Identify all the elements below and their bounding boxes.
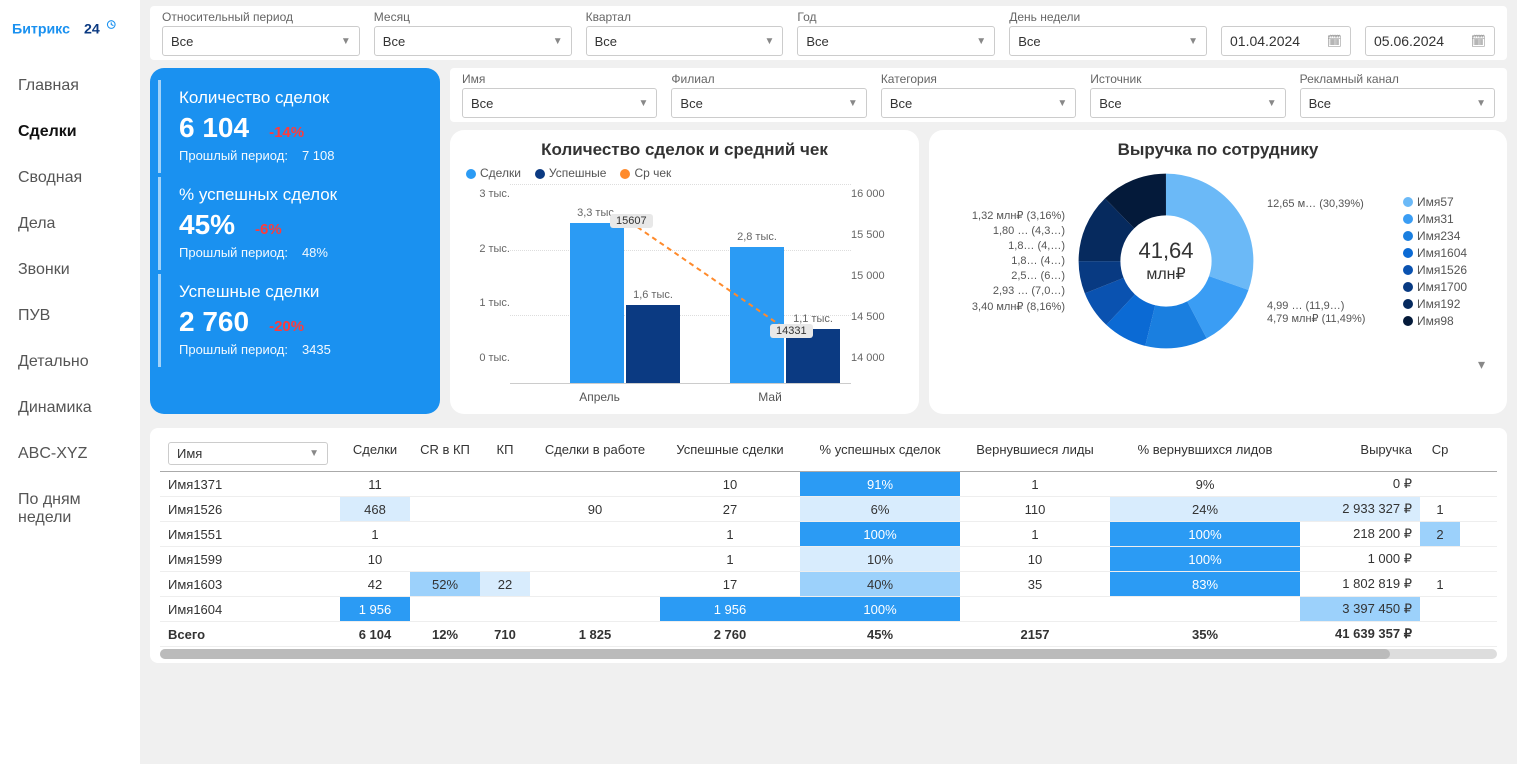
sidebar: Битрикс 24 ГлавнаяСделкиСводнаяДелаЗвонки… <box>0 0 140 764</box>
chart-title: Выручка по сотруднику <box>945 140 1491 160</box>
horizontal-scrollbar[interactable] <box>160 649 1497 659</box>
nav-item[interactable]: ABC-XYZ <box>0 431 140 477</box>
table-row[interactable]: Имя1371 11 10 91% 1 9% 0 ₽ <box>160 472 1497 497</box>
table-body: Имя1371 11 10 91% 1 9% 0 ₽ Имя1526 468 9… <box>160 472 1497 647</box>
filter-label: Источник <box>1090 72 1285 86</box>
y-axis-right: 16 00015 50015 00014 50014 000 <box>851 184 903 384</box>
nav-item[interactable]: Сделки <box>0 109 140 155</box>
sub-filter-bar: Имя Все▼ Филиал Все▼ Категория Все▼ Источник Вс… <box>450 68 1507 122</box>
logo: Битрикс 24 <box>0 10 140 63</box>
nav-item[interactable]: Динамика <box>0 385 140 431</box>
kpi-block: Количество сделок6 104-14%Прошлый период… <box>158 80 440 173</box>
chart-title: Количество сделок и средний чек <box>466 140 903 160</box>
filter-select[interactable]: Все▼ <box>881 88 1076 118</box>
nav-item[interactable]: Главная <box>0 63 140 109</box>
filter-select[interactable]: Все▼ <box>374 26 572 56</box>
filter-select[interactable]: Все▼ <box>1009 26 1207 56</box>
filter-label: Квартал <box>586 10 784 24</box>
chevron-down-icon: ▼ <box>309 448 319 459</box>
filter-select[interactable]: Все▼ <box>797 26 995 56</box>
filter-select[interactable]: Все▼ <box>586 26 784 56</box>
nav-item[interactable]: По дням недели <box>0 477 140 541</box>
filter-select[interactable]: Все▼ <box>1090 88 1285 118</box>
donut-center: 41,64 млн₽ <box>1138 238 1193 284</box>
donut-labels-left: 1,32 млн₽ (3,16%)1,80 … (4,3…)1,8… (4,…)… <box>945 206 1065 316</box>
chevron-down-icon: ▼ <box>764 36 774 47</box>
legend-item[interactable]: Имя234 <box>1403 229 1491 243</box>
filter-label: Категория <box>881 72 1076 86</box>
date-to-input[interactable]: 05.06.2024🗓 <box>1365 26 1495 56</box>
nav-item[interactable]: Сводная <box>0 155 140 201</box>
chart-plot[interactable]: 3,3 тыс. 1,6 тыс. 2,8 тыс. 1,1 тыс. <box>510 184 851 384</box>
table-totals: Всего6 10412%7101 8252 76045%215735%41 6… <box>160 622 1497 647</box>
filter-label: Рекламный канал <box>1300 72 1495 86</box>
chevron-down-icon: ▼ <box>639 98 649 109</box>
name-filter-select[interactable]: Имя▼ <box>168 442 328 465</box>
kpi-block: Успешные сделки2 760-20%Прошлый период:3… <box>158 274 440 367</box>
svg-text:24: 24 <box>84 21 100 37</box>
chevron-down-icon: ▼ <box>1188 36 1198 47</box>
calendar-icon: 🗓 <box>1471 34 1486 48</box>
legend-item[interactable]: Имя31 <box>1403 212 1491 226</box>
chart-legend: Сделки Успешные Ср чек <box>466 166 903 180</box>
main: Относительный период Все▼ Месяц Все▼ Квартал… <box>140 0 1517 764</box>
data-label: 14331 <box>770 324 813 338</box>
table-row[interactable]: Имя1551 1 1 100% 1 100% 218 200 ₽ 2 <box>160 522 1497 547</box>
table-row[interactable]: Имя1599 10 1 10% 10 100% 1 000 ₽ <box>160 547 1497 572</box>
chevron-down-icon: ▼ <box>848 98 858 109</box>
table-row[interactable]: Имя1603 42 52% 22 17 40% 35 83% 1 802 81… <box>160 572 1497 597</box>
filter-label: Филиал <box>671 72 866 86</box>
chevron-down-icon: ▼ <box>1267 98 1277 109</box>
filter-label: День недели <box>1009 10 1207 24</box>
nav-item[interactable]: Дела <box>0 201 140 247</box>
table-row[interactable]: Имя1526 468 90 27 6% 110 24% 2 933 327 ₽… <box>160 497 1497 522</box>
chart-deals-avg: Количество сделок и средний чек Сделки У… <box>450 130 919 414</box>
data-label: 15607 <box>610 214 653 228</box>
table-row[interactable]: Имя1604 1 956 1 956 100% 3 397 450 ₽ <box>160 597 1497 622</box>
donut-labels-right: 12,65 м… (30,39%) 4,99 … (11,9…) 4,79 мл… <box>1267 198 1397 325</box>
nav-item[interactable]: ПУВ <box>0 293 140 339</box>
filter-label: Относительный период <box>162 10 360 24</box>
donut-chart[interactable]: 41,64 млн₽ <box>1071 166 1261 356</box>
kpi-card: Количество сделок6 104-14%Прошлый период… <box>150 68 440 414</box>
nav-item[interactable]: Звонки <box>0 247 140 293</box>
chevron-down-icon: ▼ <box>341 36 351 47</box>
x-axis: АпрельМай <box>510 390 851 404</box>
filter-label: Имя <box>462 72 657 86</box>
filter-label: Месяц <box>374 10 572 24</box>
legend-item[interactable]: Имя1604 <box>1403 246 1491 260</box>
legend-item[interactable]: Имя1526 <box>1403 263 1491 277</box>
filter-select[interactable]: Все▼ <box>462 88 657 118</box>
chevron-down-icon: ▼ <box>976 36 986 47</box>
calendar-icon: 🗓 <box>1327 34 1342 48</box>
filter-select[interactable]: Все▼ <box>671 88 866 118</box>
filter-select[interactable]: Все▼ <box>162 26 360 56</box>
legend-item[interactable]: Имя98 <box>1403 314 1491 328</box>
filter-select[interactable]: Все▼ <box>1300 88 1495 118</box>
chevron-down-icon: ▼ <box>1476 98 1486 109</box>
kpi-block: % успешных сделок45%-6%Прошлый период:48… <box>158 177 440 270</box>
chevron-down-icon: ▼ <box>1057 98 1067 109</box>
y-axis-left: 3 тыс.2 тыс.1 тыс.0 тыс. <box>466 184 510 384</box>
legend-item[interactable]: Имя192 <box>1403 297 1491 311</box>
donut-legend: Имя57 Имя31 Имя234 Имя1604 Имя1526 Имя1700 Имя… <box>1403 192 1491 331</box>
legend-item[interactable]: Имя57 <box>1403 195 1491 209</box>
filter-label: Год <box>797 10 995 24</box>
data-table: Имя▼ Сделки CR в КП КП Сделки в работе У… <box>150 428 1507 663</box>
chart-revenue-employee: Выручка по сотруднику 1,32 млн₽ (3,16%)1… <box>929 130 1507 414</box>
svg-text:Битрикс: Битрикс <box>12 21 70 37</box>
legend-item[interactable]: Имя1700 <box>1403 280 1491 294</box>
date-from-input[interactable]: 01.04.2024🗓 <box>1221 26 1351 56</box>
table-header: Имя▼ Сделки CR в КП КП Сделки в работе У… <box>160 436 1497 472</box>
chevron-down-icon: ▼ <box>553 36 563 47</box>
expand-legend-icon[interactable]: ▾ <box>945 356 1491 373</box>
top-filter-bar: Относительный период Все▼ Месяц Все▼ Квартал… <box>150 6 1507 60</box>
nav-item[interactable]: Детально <box>0 339 140 385</box>
